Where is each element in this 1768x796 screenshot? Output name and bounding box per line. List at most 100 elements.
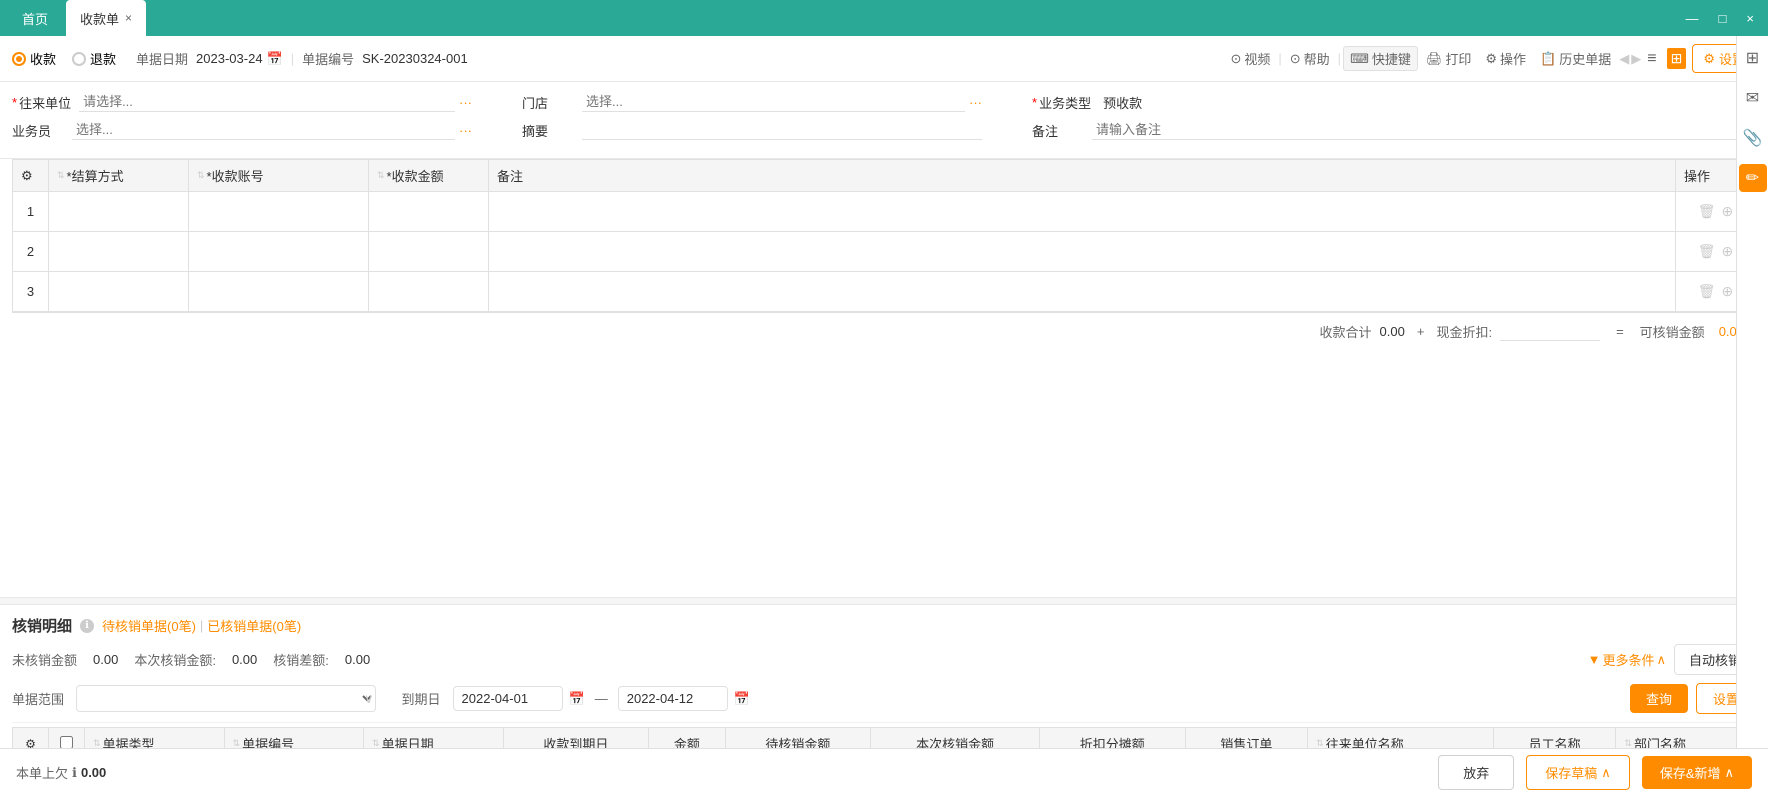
radio-refund[interactable]: 退款: [72, 49, 116, 68]
active-tab-label: 收款单: [80, 9, 119, 28]
side-table-icon[interactable]: ⊞: [1739, 44, 1767, 72]
nav-right-btn[interactable]: ▶: [1631, 51, 1641, 67]
row2-delete-icon[interactable]: 🗑: [1698, 243, 1716, 260]
help-btn[interactable]: ⊙ 帮助: [1284, 47, 1336, 70]
range-select[interactable]: [76, 685, 376, 712]
calendar-icon[interactable]: 📅: [267, 51, 283, 67]
list-icon[interactable]: ≡: [1647, 50, 1656, 68]
row1-remark[interactable]: [489, 192, 1676, 232]
row2-amount[interactable]: [369, 232, 489, 272]
side-email-icon[interactable]: ✉: [1739, 84, 1767, 112]
row1-account[interactable]: [189, 192, 369, 232]
print-btn[interactable]: 🖨 打印: [1420, 47, 1478, 70]
summary-input[interactable]: [582, 120, 982, 140]
row3-delete-icon[interactable]: 🗑: [1698, 283, 1716, 300]
date-to-input[interactable]: [618, 686, 728, 711]
diff-label: 核销差额:: [273, 650, 329, 669]
th-settlement: ⇅ *结算方式: [49, 160, 189, 192]
plus-sign: +: [1417, 324, 1425, 339]
settings-gear-th: ⚙: [21, 168, 33, 183]
tab-links: 待核销单据(0笔) | 已核销单据(0笔): [102, 616, 301, 635]
discount-input[interactable]: [1500, 321, 1600, 341]
business-type-value: 预收款: [1103, 93, 1742, 112]
salesperson-label: 业务员: [12, 121, 72, 140]
save-draft-btn[interactable]: 保存草稿 ∧: [1526, 755, 1630, 790]
row3-remark[interactable]: [489, 272, 1676, 312]
info-icon: ℹ: [72, 765, 77, 781]
toolbar-sep1: |: [291, 51, 294, 66]
tab-home[interactable]: 首页: [8, 0, 62, 36]
video-btn[interactable]: ⊙ 视频: [1224, 47, 1276, 70]
abandon-btn[interactable]: 放弃: [1438, 755, 1514, 790]
date-from-input[interactable]: [453, 686, 563, 711]
date-label: 单据日期: [136, 49, 188, 68]
store-dots[interactable]: ···: [969, 95, 982, 110]
completed-tab-link[interactable]: 已核销单据(0笔): [207, 616, 301, 635]
date-separator: —: [595, 691, 608, 706]
row1-delete-icon[interactable]: 🗑: [1698, 203, 1716, 220]
side-edit-icon[interactable]: ✏: [1739, 164, 1767, 192]
row3-copy-icon[interactable]: ⊕: [1722, 283, 1734, 300]
row3-amount[interactable]: [369, 272, 489, 312]
form-row-2: 业务员 ··· 摘要 备注: [12, 120, 1756, 140]
side-clip-icon[interactable]: 📎: [1739, 124, 1767, 152]
row-num-2: 2: [13, 232, 49, 272]
calendar-from-icon[interactable]: 📅: [569, 691, 585, 707]
info-label: 本单上欠: [16, 763, 68, 782]
row2-copy-icon[interactable]: ⊕: [1722, 243, 1734, 260]
row1-amount[interactable]: [369, 192, 489, 232]
company-dots[interactable]: ···: [459, 95, 472, 110]
nav-arrows: ◀ ▶: [1619, 51, 1641, 67]
shortcut-btn[interactable]: ⌨ 快捷键: [1343, 46, 1418, 71]
store-label: 门店: [522, 93, 582, 112]
company-input[interactable]: [79, 92, 455, 112]
section-info-icon[interactable]: ℹ: [80, 619, 94, 633]
query-btn[interactable]: 查询: [1630, 684, 1688, 713]
remark-label: 备注: [1032, 121, 1092, 140]
video-label: 视频: [1244, 49, 1270, 68]
remark-input[interactable]: [1092, 120, 1756, 140]
tab-close-btn[interactable]: ×: [125, 11, 132, 25]
company-field: * 往来单位 ···: [12, 92, 472, 112]
select-all-checkbox[interactable]: [60, 736, 73, 749]
row2-settlement[interactable]: [49, 232, 189, 272]
calendar-to-icon[interactable]: 📅: [734, 691, 750, 707]
operate-btn[interactable]: ⚙ 操作: [1479, 47, 1532, 70]
form-area: * 往来单位 ··· 门店 ··· * 业务类型 预收款 ∨: [0, 82, 1768, 159]
th-amount: ⇅ *收款金额: [369, 160, 489, 192]
save-new-btn[interactable]: 保存&新增 ∧: [1642, 756, 1752, 789]
th-remark: 备注: [489, 160, 1676, 192]
win-close-btn[interactable]: ×: [1740, 9, 1760, 28]
salesperson-dots[interactable]: ···: [459, 123, 472, 138]
row3-account[interactable]: [189, 272, 369, 312]
row2-remark[interactable]: [489, 232, 1676, 272]
toolbar-right: ⊙ 视频 | ⊙ 帮助 | ⌨ 快捷键 🖨 打印 ⚙ 操作 📋: [1224, 44, 1756, 73]
history-btn[interactable]: 📋 历史单据: [1534, 47, 1617, 70]
table-row: 2 🗑 ⊕: [13, 232, 1756, 272]
nav-left-btn[interactable]: ◀: [1619, 51, 1629, 67]
right-actions: ▼ 更多条件 ∧ 自动核销: [1588, 644, 1756, 675]
store-input[interactable]: [582, 92, 965, 112]
win-min-btn[interactable]: —: [1680, 9, 1705, 28]
save-draft-label: 保存草稿: [1545, 763, 1597, 782]
row1-settlement[interactable]: [49, 192, 189, 232]
grid-icon[interactable]: ⊞: [1667, 48, 1687, 69]
table-row: 1 🗑 ⊕: [13, 192, 1756, 232]
shortcut-icon: ⌨: [1350, 51, 1369, 67]
number-value: SK-20230324-001: [362, 51, 468, 66]
salesperson-input[interactable]: [72, 120, 455, 140]
pending-tab-link[interactable]: 待核销单据(0笔): [102, 616, 196, 635]
help-label: 帮助: [1304, 49, 1330, 68]
more-filters-btn[interactable]: ▼ 更多条件 ∧: [1588, 650, 1666, 669]
equals-sign: =: [1616, 324, 1624, 339]
row2-account[interactable]: [189, 232, 369, 272]
win-max-btn[interactable]: □: [1713, 9, 1733, 28]
radio-collect-dot: [12, 52, 26, 66]
tab-active[interactable]: 收款单 ×: [66, 0, 146, 36]
business-type-field: * 业务类型 预收款 ∨: [1032, 93, 1756, 112]
row1-copy-icon[interactable]: ⊕: [1722, 203, 1734, 220]
row3-settlement[interactable]: [49, 272, 189, 312]
radio-collect[interactable]: 收款: [12, 49, 56, 68]
sort-up-icon: ⇅: [57, 170, 65, 181]
th-settings[interactable]: ⚙: [13, 160, 49, 192]
